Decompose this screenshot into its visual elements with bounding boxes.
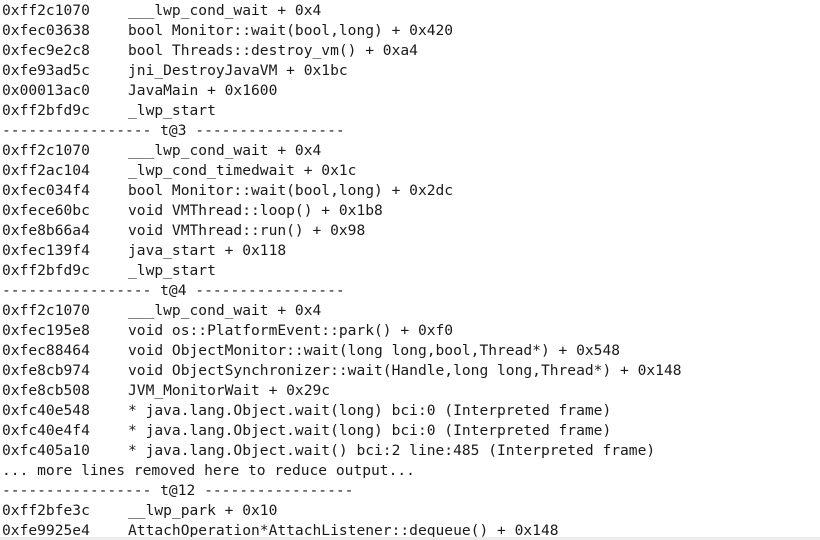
frame-function: * java.lang.Object.wait(long) bci:0 (Int… (128, 402, 612, 419)
stack-frame-line: 0xfec139f4 java_start + 0x118 (2, 241, 820, 261)
frame-address: 0xff2c1070 (2, 302, 90, 319)
frame-function: void VMThread::run() + 0x98 (128, 222, 366, 239)
frame-address: 0xff2c1070 (2, 142, 90, 159)
frame-address: 0xfe8cb974 (2, 362, 90, 379)
frame-function: _lwp_start (128, 102, 216, 119)
frame-function: ___lwp_cond_wait + 0x4 (128, 2, 322, 19)
frame-function: * java.lang.Object.wait(long) bci:0 (Int… (128, 422, 612, 439)
frame-function: ___lwp_cond_wait + 0x4 (128, 302, 322, 319)
frame-function: void ObjectMonitor::wait(long long,bool,… (128, 342, 621, 359)
frame-function: void ObjectSynchronizer::wait(Handle,lon… (128, 362, 682, 379)
frame-function: AttachOperation*AttachListener::dequeue(… (128, 522, 559, 537)
frame-function: * java.lang.Object.wait() bci:2 line:485… (128, 442, 656, 459)
stack-frame-line: 0xff2bfd9c _lwp_start (2, 101, 820, 121)
frame-address: 0xfec195e8 (2, 322, 90, 339)
frame-address: 0xfc40e548 (2, 402, 90, 419)
frame-function: jni_DestroyJavaVM + 0x1bc (128, 62, 348, 79)
stack-frame-line: 0xfc40e4f4 * java.lang.Object.wait(long) … (2, 421, 820, 441)
stack-frame-line: 0xff2c1070 ___lwp_cond_wait + 0x4 (2, 301, 820, 321)
frame-function: bool Monitor::wait(bool,long) + 0x420 (128, 22, 454, 39)
stack-frame-line: 0xfe9925e4 AttachOperation*AttachListener… (2, 521, 820, 537)
stack-frame-line: 0xfec195e8 void os::PlatformEvent::park()… (2, 321, 820, 341)
frame-address: 0xff2bfd9c (2, 262, 90, 279)
frame-address: 0xfec03638 (2, 22, 90, 39)
stack-frame-line: 0xfe8cb508 JVM_MonitorWait + 0x29c (2, 381, 820, 401)
stack-frame-line: 0xfe8cb974 void ObjectSynchronizer::wait(… (2, 361, 820, 381)
stack-frame-line: 0xfec03638 bool Monitor::wait(bool,long) … (2, 21, 820, 41)
frame-address: 0xfe9925e4 (2, 522, 90, 537)
note-text: ... more lines removed here to reduce ou… (2, 462, 415, 479)
stack-frame-line: 0xfe8b66a4 void VMThread::run() + 0x98 (2, 221, 820, 241)
frame-address: 0xfec9e2c8 (2, 42, 90, 59)
thread-separator: ----------------- t@12 ----------------- (2, 481, 820, 501)
frame-address: 0xff2bfe3c (2, 502, 90, 519)
thread-separator: ----------------- t@3 ----------------- (2, 121, 820, 141)
output-note: ... more lines removed here to reduce ou… (2, 461, 820, 481)
thread-header: ----------------- t@12 ----------------- (2, 482, 354, 499)
frame-address: 0xfec88464 (2, 342, 90, 359)
frame-function: java_start + 0x118 (128, 242, 287, 259)
frame-address: 0x00013ac0 (2, 82, 90, 99)
frame-function: void os::PlatformEvent::park() + 0xf0 (128, 322, 454, 339)
thread-separator: ----------------- t@4 ----------------- (2, 281, 820, 301)
stack-frame-line: 0xfec88464 void ObjectMonitor::wait(long … (2, 341, 820, 361)
stack-frame-line: 0xfec9e2c8 bool Threads::destroy_vm() + 0… (2, 41, 820, 61)
frame-address: 0xfece60bc (2, 202, 90, 219)
frame-address: 0xff2c1070 (2, 2, 90, 19)
frame-function: bool Monitor::wait(bool,long) + 0x2dc (128, 182, 454, 199)
frame-function: _lwp_start (128, 262, 216, 279)
thread-header: ----------------- t@3 ----------------- (2, 122, 345, 139)
frame-address: 0xfe93ad5c (2, 62, 90, 79)
stack-frame-line: 0x00013ac0 JavaMain + 0x1600 (2, 81, 820, 101)
thread-header: ----------------- t@4 ----------------- (2, 282, 345, 299)
frame-address: 0xfec034f4 (2, 182, 90, 199)
stack-frame-line: 0xff2bfe3c __lwp_park + 0x10 (2, 501, 820, 521)
terminal-output[interactable]: 0xff2c1070 ___lwp_cond_wait + 0x4 0xfec036… (2, 1, 820, 537)
frame-address: 0xfe8cb508 (2, 382, 90, 399)
stack-frame-line: 0xfece60bc void VMThread::loop() + 0x1b8 (2, 201, 820, 221)
frame-function: __lwp_park + 0x10 (128, 502, 278, 519)
frame-address: 0xfe8b66a4 (2, 222, 90, 239)
frame-function: ___lwp_cond_wait + 0x4 (128, 142, 322, 159)
frame-function: _lwp_cond_timedwait + 0x1c (128, 162, 357, 179)
stack-frame-line: 0xff2bfd9c _lwp_start (2, 261, 820, 281)
stack-frame-line: 0xfc40e548 * java.lang.Object.wait(long) … (2, 401, 820, 421)
frame-address: 0xfec139f4 (2, 242, 90, 259)
frame-function: void VMThread::loop() + 0x1b8 (128, 202, 383, 219)
frame-function: bool Threads::destroy_vm() + 0xa4 (128, 42, 418, 59)
frame-address: 0xfc40e4f4 (2, 422, 90, 439)
stack-frame-line: 0xff2c1070 ___lwp_cond_wait + 0x4 (2, 1, 820, 21)
stack-frame-line: 0xfe93ad5c jni_DestroyJavaVM + 0x1bc (2, 61, 820, 81)
frame-address: 0xff2ac104 (2, 162, 90, 179)
stack-frame-line: 0xff2ac104 _lwp_cond_timedwait + 0x1c (2, 161, 820, 181)
stack-frame-line: 0xff2c1070 ___lwp_cond_wait + 0x4 (2, 141, 820, 161)
stack-frame-line: 0xfc405a10 * java.lang.Object.wait() bci:… (2, 441, 820, 461)
frame-address: 0xfc405a10 (2, 442, 90, 459)
frame-function: JVM_MonitorWait + 0x29c (128, 382, 331, 399)
frame-address: 0xff2bfd9c (2, 102, 90, 119)
stack-frame-line: 0xfec034f4 bool Monitor::wait(bool,long) … (2, 181, 820, 201)
frame-function: JavaMain + 0x1600 (128, 82, 278, 99)
